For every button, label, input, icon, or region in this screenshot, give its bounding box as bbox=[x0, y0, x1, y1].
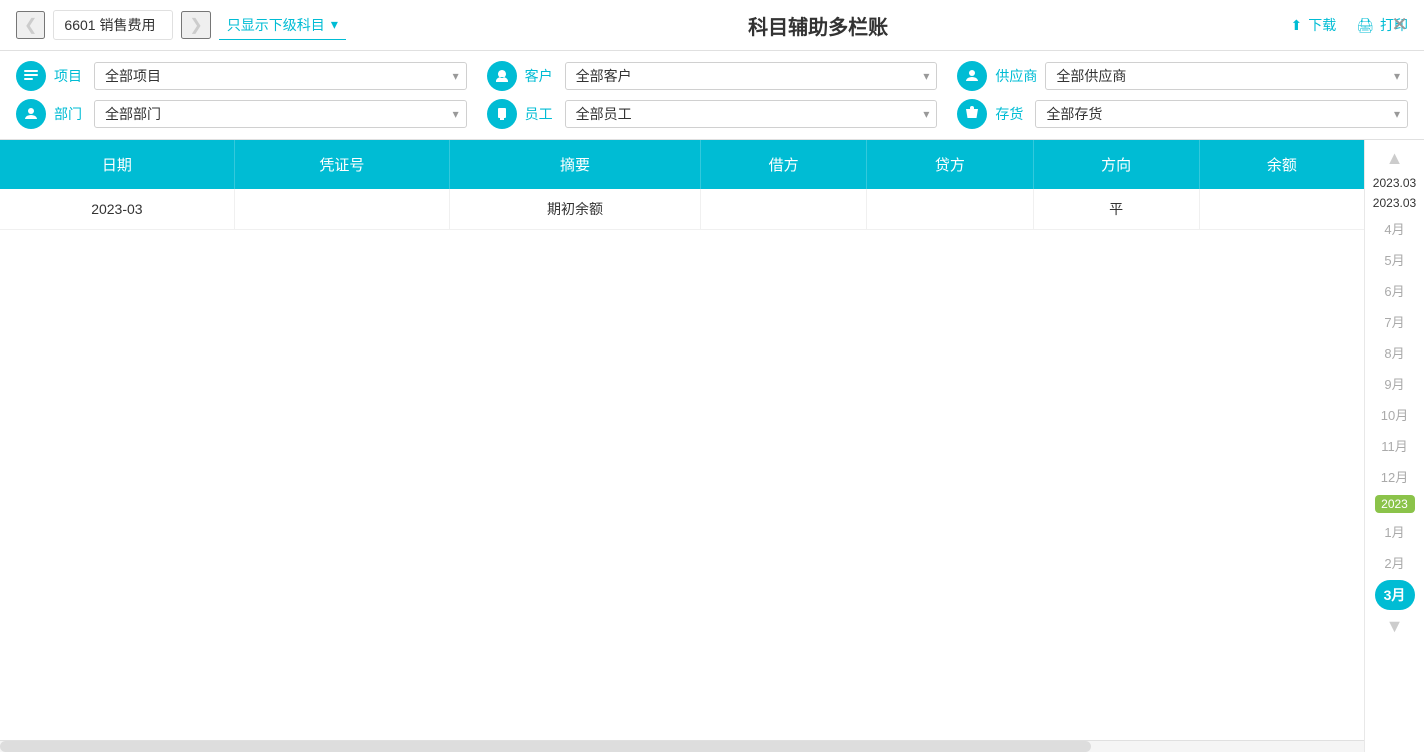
customer-select-wrapper: 全部客户 ▾ bbox=[565, 62, 938, 90]
cell-direction: 平 bbox=[1033, 189, 1199, 230]
download-icon: ⬆ bbox=[1290, 17, 1302, 34]
col-balance: 余额 bbox=[1199, 140, 1364, 189]
main-window: ❮ 6601 销售费用 ❯ 只显示下级科目 ▾ 科目辅助多栏账 ⬆ 下载 🖨 打… bbox=[0, 0, 1424, 752]
table-row: 2023-03 期初余额 平 bbox=[0, 189, 1364, 230]
supplier-label: 供应商 bbox=[995, 66, 1037, 86]
col-summary: 摘要 bbox=[449, 140, 700, 189]
download-label: 下载 bbox=[1308, 15, 1336, 35]
timeline-down-arrow[interactable]: ▼ bbox=[1382, 612, 1408, 641]
filter-inventory: 存货 全部存货 ▾ bbox=[957, 99, 1408, 129]
close-button[interactable]: ✕ bbox=[1391, 12, 1408, 37]
timeline-month-7[interactable]: 7月 bbox=[1365, 306, 1424, 337]
inventory-select[interactable]: 全部存货 bbox=[1035, 100, 1408, 128]
ledger-table: 日期 凭证号 摘要 借方 贷方 方向 余额 2023-03 bbox=[0, 140, 1364, 230]
inventory-select-wrapper: 全部存货 ▾ bbox=[1035, 100, 1408, 128]
scrollbar-thumb bbox=[0, 741, 1091, 752]
main-content: 日期 凭证号 摘要 借方 贷方 方向 余额 2023-03 bbox=[0, 140, 1424, 752]
cell-debit bbox=[700, 189, 866, 230]
page-title: 科目辅助多栏账 bbox=[346, 11, 1291, 40]
title-actions: ⬆ 下载 🖨 打印 ✕ bbox=[1290, 15, 1408, 35]
print-icon: 🖨 bbox=[1356, 17, 1374, 34]
chevron-down-icon: ▾ bbox=[331, 16, 338, 33]
employee-select-wrapper: 全部员工 ▾ bbox=[565, 100, 938, 128]
timeline-month-6[interactable]: 6月 bbox=[1365, 275, 1424, 306]
col-debit: 借方 bbox=[700, 140, 866, 189]
department-label: 部门 bbox=[54, 104, 86, 124]
supplier-select-wrapper: 全部供应商 ▾ bbox=[1045, 62, 1408, 90]
col-direction: 方向 bbox=[1033, 140, 1199, 189]
timeline-month-12[interactable]: 12月 bbox=[1365, 461, 1424, 492]
download-button[interactable]: ⬆ 下载 bbox=[1290, 15, 1336, 35]
customer-icon bbox=[487, 61, 517, 91]
department-icon bbox=[16, 99, 46, 129]
cell-voucher bbox=[234, 189, 449, 230]
table-header-row: 日期 凭证号 摘要 借方 贷方 方向 余额 bbox=[0, 140, 1364, 189]
cell-summary: 期初余额 bbox=[449, 189, 700, 230]
customer-select[interactable]: 全部客户 bbox=[565, 62, 938, 90]
table-container[interactable]: 日期 凭证号 摘要 借方 贷方 方向 余额 2023-03 bbox=[0, 140, 1364, 740]
project-select-wrapper: 全部项目 ▾ bbox=[94, 62, 467, 90]
timeline-period-sub[interactable]: 2023.03 bbox=[1365, 193, 1424, 213]
col-credit: 贷方 bbox=[867, 140, 1033, 189]
cell-credit bbox=[867, 189, 1033, 230]
show-sub-dropdown-button[interactable]: 只显示下级科目 ▾ bbox=[219, 11, 346, 40]
timeline-period-top[interactable]: 2023.03 bbox=[1365, 173, 1424, 193]
horizontal-scrollbar[interactable] bbox=[0, 740, 1364, 752]
project-icon bbox=[16, 61, 46, 91]
employee-icon bbox=[487, 99, 517, 129]
timeline-month-8[interactable]: 8月 bbox=[1365, 337, 1424, 368]
supplier-icon bbox=[957, 61, 987, 91]
timeline-year-badge-2023[interactable]: 2023 bbox=[1375, 495, 1415, 513]
employee-label: 员工 bbox=[525, 104, 557, 124]
timeline-month-1[interactable]: 1月 bbox=[1365, 516, 1424, 547]
department-select-wrapper: 全部部门 ▾ bbox=[94, 100, 467, 128]
cell-balance bbox=[1199, 189, 1364, 230]
timeline-month-11[interactable]: 11月 bbox=[1365, 430, 1424, 461]
timeline-month-2[interactable]: 2月 bbox=[1365, 547, 1424, 578]
account-code-box: 6601 销售费用 bbox=[53, 10, 173, 40]
filter-customer: 客户 全部客户 ▾ bbox=[487, 61, 938, 91]
timeline-month-4[interactable]: 4月 bbox=[1365, 213, 1424, 244]
supplier-select[interactable]: 全部供应商 bbox=[1045, 62, 1408, 90]
cell-date: 2023-03 bbox=[0, 189, 234, 230]
timeline-month-10[interactable]: 10月 bbox=[1365, 399, 1424, 430]
timeline-month-3-active[interactable]: 3月 bbox=[1375, 580, 1415, 610]
inventory-label: 存货 bbox=[995, 104, 1027, 124]
timeline-sidebar: ▲ 2023.03 2023.03 4月 5月 6月 7月 8月 9月 10月 … bbox=[1364, 140, 1424, 752]
timeline-month-9[interactable]: 9月 bbox=[1365, 368, 1424, 399]
table-body: 2023-03 期初余额 平 bbox=[0, 189, 1364, 230]
filter-project: 项目 全部项目 ▾ bbox=[16, 61, 467, 91]
department-select[interactable]: 全部部门 bbox=[94, 100, 467, 128]
col-voucher: 凭证号 bbox=[234, 140, 449, 189]
title-bar: ❮ 6601 销售费用 ❯ 只显示下级科目 ▾ 科目辅助多栏账 ⬆ 下载 🖨 打… bbox=[0, 0, 1424, 51]
project-label: 项目 bbox=[54, 66, 86, 86]
filter-supplier: 供应商 全部供应商 ▾ bbox=[957, 61, 1408, 91]
project-select[interactable]: 全部项目 bbox=[94, 62, 467, 90]
next-account-button[interactable]: ❯ bbox=[181, 11, 210, 39]
filter-row-1: 项目 全部项目 ▾ 客户 全部客户 bbox=[16, 61, 1408, 91]
employee-select[interactable]: 全部员工 bbox=[565, 100, 938, 128]
table-area: 日期 凭证号 摘要 借方 贷方 方向 余额 2023-03 bbox=[0, 140, 1364, 752]
filter-employee: 员工 全部员工 ▾ bbox=[487, 99, 938, 129]
timeline-up-arrow[interactable]: ▲ bbox=[1382, 144, 1408, 173]
inventory-icon bbox=[957, 99, 987, 129]
customer-label: 客户 bbox=[525, 66, 557, 86]
col-date: 日期 bbox=[0, 140, 234, 189]
timeline-month-5[interactable]: 5月 bbox=[1365, 244, 1424, 275]
filter-section: 项目 全部项目 ▾ 客户 全部客户 bbox=[0, 51, 1424, 140]
filter-department: 部门 全部部门 ▾ bbox=[16, 99, 467, 129]
show-sub-label: 只显示下级科目 bbox=[227, 15, 325, 35]
filter-row-2: 部门 全部部门 ▾ 员工 bbox=[16, 99, 1408, 129]
title-bar-left: ❮ 6601 销售费用 ❯ 只显示下级科目 ▾ bbox=[16, 10, 346, 40]
prev-account-button[interactable]: ❮ bbox=[16, 11, 45, 39]
